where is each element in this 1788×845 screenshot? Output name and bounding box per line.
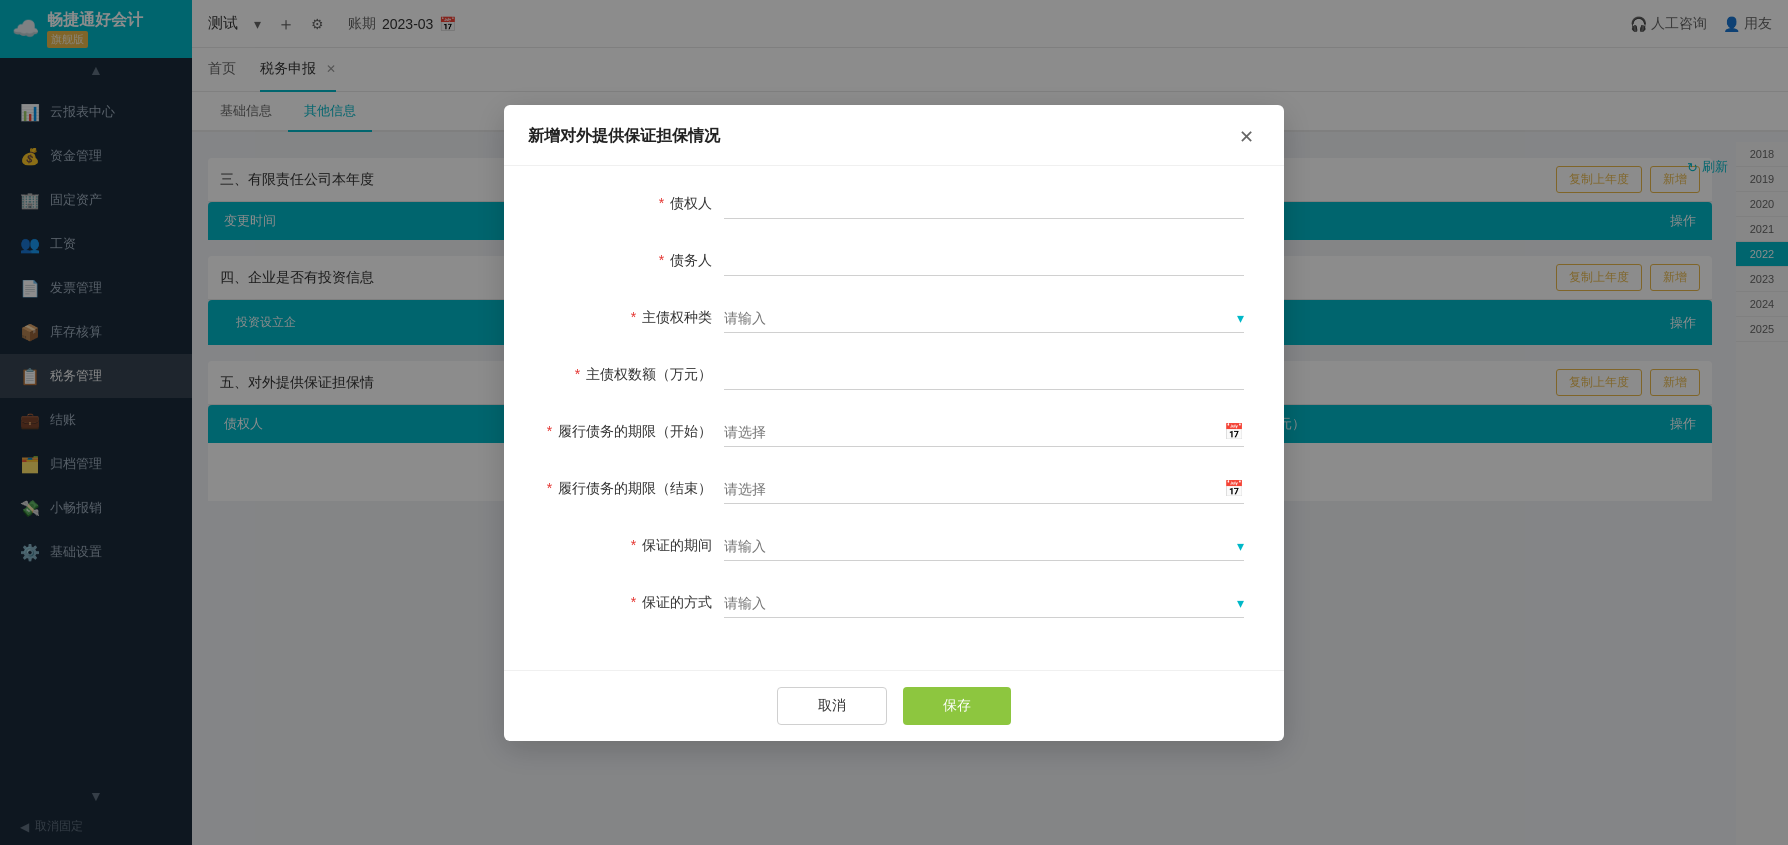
form-row-periodstart: * 履行债务的期限（开始） 📅	[544, 418, 1244, 447]
guaranteeperiod-dropdown-icon[interactable]: ▾	[1237, 538, 1244, 554]
guaranteeperiod-select-wrap: ▾	[724, 532, 1244, 561]
guaranteemethod-select-wrap: ▾	[724, 589, 1244, 618]
periodend-input[interactable]	[724, 475, 1224, 503]
periodstart-date-wrap: 📅	[724, 418, 1244, 447]
guaranteemethod-required: *	[631, 594, 636, 610]
periodend-required: *	[547, 480, 552, 496]
modal-close-button[interactable]: ✕	[1232, 123, 1260, 151]
modal-dialog: 新增对外提供保证担保情况 ✕ * 债权人 * 债务人	[504, 105, 1284, 741]
claimamount-required: *	[575, 366, 580, 382]
debtor-label: * 债务人	[544, 252, 724, 270]
claimamount-input[interactable]	[724, 361, 1244, 390]
periodstart-required: *	[547, 423, 552, 439]
creditor-label: * 债权人	[544, 195, 724, 213]
periodstart-input[interactable]	[724, 418, 1224, 446]
periodstart-label: * 履行债务的期限（开始）	[544, 423, 724, 441]
form-row-periodend: * 履行债务的期限（结束） 📅	[544, 475, 1244, 504]
modal-title: 新增对外提供保证担保情况	[528, 126, 720, 147]
guaranteemethod-dropdown-icon[interactable]: ▾	[1237, 595, 1244, 611]
periodend-calendar-icon[interactable]: 📅	[1224, 479, 1244, 498]
modal-header: 新增对外提供保证担保情况 ✕	[504, 105, 1284, 166]
guaranteemethod-select[interactable]	[724, 589, 1237, 617]
form-row-guaranteemethod: * 保证的方式 ▾	[544, 589, 1244, 618]
periodend-date-wrap: 📅	[724, 475, 1244, 504]
claimtype-label: * 主债权种类	[544, 309, 724, 327]
form-row-creditor: * 债权人	[544, 190, 1244, 219]
claimtype-dropdown-icon[interactable]: ▾	[1237, 310, 1244, 326]
save-button[interactable]: 保存	[903, 687, 1011, 725]
form-row-claimtype: * 主债权种类 ▾	[544, 304, 1244, 333]
form-row-claimamount: * 主债权数额（万元）	[544, 361, 1244, 390]
guaranteeperiod-label: * 保证的期间	[544, 537, 724, 555]
claimtype-required: *	[631, 309, 636, 325]
modal-footer: 取消 保存	[504, 670, 1284, 741]
debtor-required: *	[659, 252, 664, 268]
claimtype-select-wrap: ▾	[724, 304, 1244, 333]
periodstart-calendar-icon[interactable]: 📅	[1224, 422, 1244, 441]
claimtype-select[interactable]	[724, 304, 1237, 332]
cancel-button[interactable]: 取消	[777, 687, 887, 725]
guaranteeperiod-required: *	[631, 537, 636, 553]
modal-body: * 债权人 * 债务人 * 主债权种类	[504, 166, 1284, 670]
guaranteemethod-label: * 保证的方式	[544, 594, 724, 612]
modal-overlay: 新增对外提供保证担保情况 ✕ * 债权人 * 债务人	[0, 0, 1788, 845]
form-row-guaranteeperiod: * 保证的期间 ▾	[544, 532, 1244, 561]
debtor-input[interactable]	[724, 247, 1244, 276]
creditor-input[interactable]	[724, 190, 1244, 219]
form-row-debtor: * 债务人	[544, 247, 1244, 276]
claimamount-label: * 主债权数额（万元）	[544, 366, 724, 384]
periodend-label: * 履行债务的期限（结束）	[544, 480, 724, 498]
creditor-required: *	[659, 195, 664, 211]
guaranteeperiod-select[interactable]	[724, 532, 1237, 560]
